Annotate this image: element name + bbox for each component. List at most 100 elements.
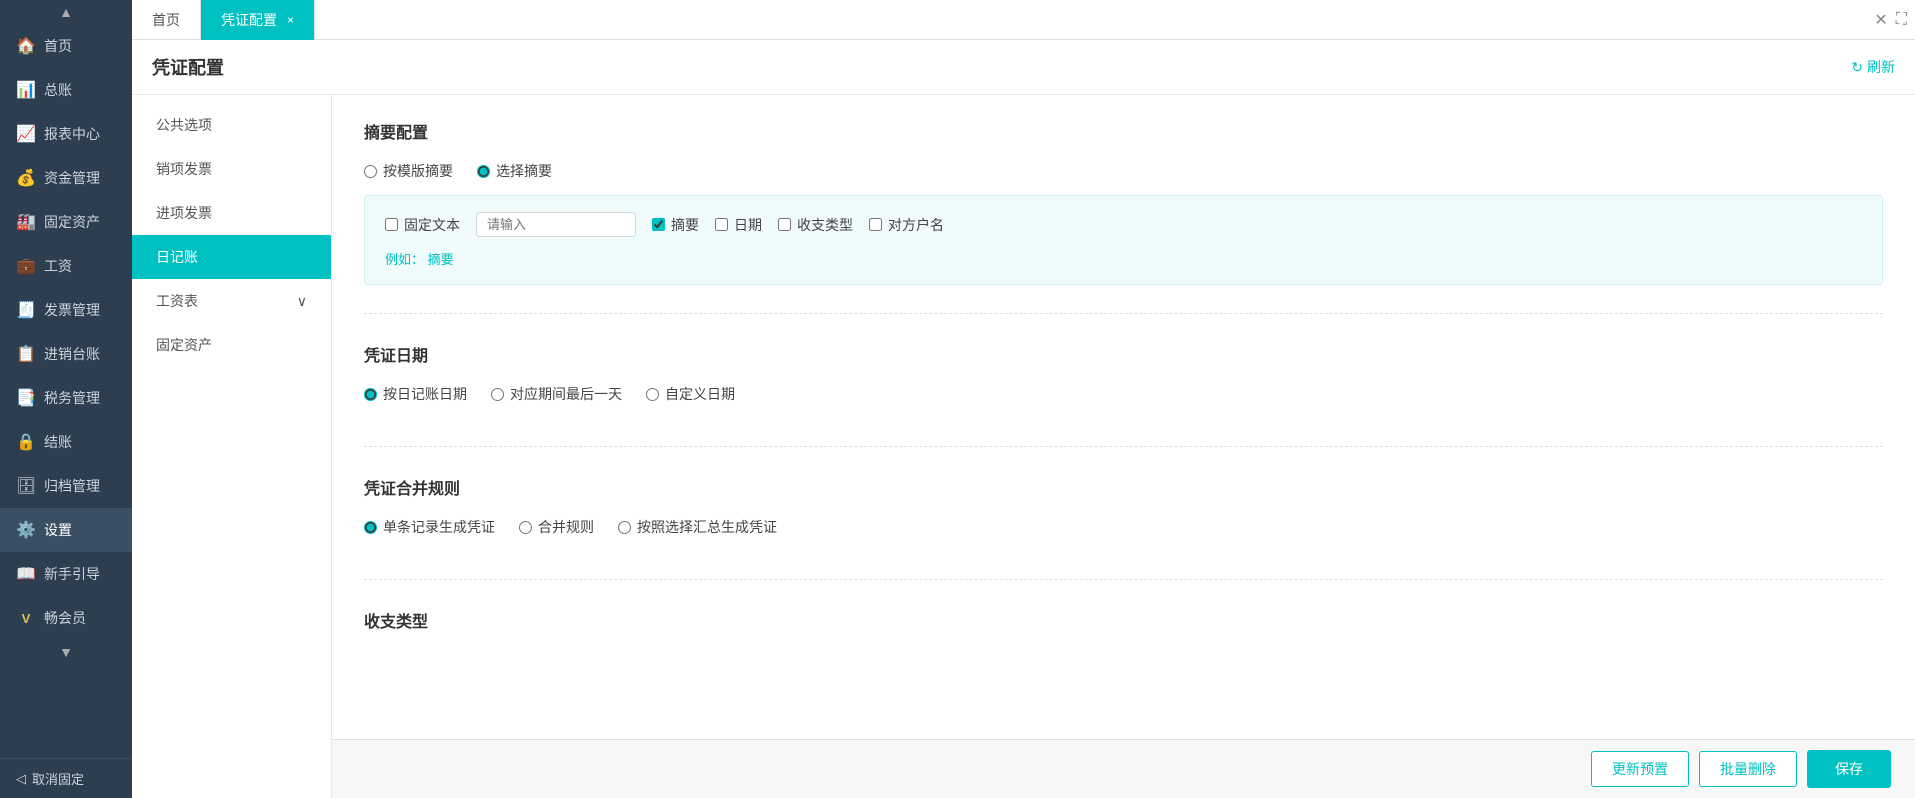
cancel-fixed-label: 取消固定	[32, 769, 84, 788]
fixed-text-input[interactable]	[476, 212, 636, 237]
radio-by-selection-label: 按照选择汇总生成凭证	[637, 517, 777, 537]
summary-config-row: 固定文本 摘要 日期	[385, 212, 1862, 237]
left-nav-fixed-assets-label: 固定资产	[156, 335, 212, 355]
left-nav-purchase-invoice[interactable]: 进项发票	[132, 191, 331, 235]
radio-template-input[interactable]	[364, 165, 377, 178]
window-close-icon[interactable]: ✕	[1874, 10, 1887, 30]
tab-voucher-config[interactable]: 凭证配置 ×	[201, 0, 315, 40]
radio-template-summary[interactable]: 按模版摘要	[364, 161, 453, 181]
sidebar-item-archive-management[interactable]: 🗄 归档管理	[0, 464, 132, 508]
window-resize-icon[interactable]: ⛶	[1896, 11, 1907, 29]
example-text: 例如： 摘要	[385, 249, 1862, 268]
left-nav-fixed-assets[interactable]: 固定资产	[132, 323, 331, 367]
radio-merge-rule-input[interactable]	[519, 521, 532, 534]
left-nav-public-options[interactable]: 公共选项	[132, 103, 331, 147]
sidebar-item-label: 总账	[44, 80, 72, 100]
radio-by-journal-date-input[interactable]	[364, 388, 377, 401]
bottom-bar: 更新预置 批量删除 保存	[332, 739, 1915, 798]
checkbox-counterpart-input[interactable]	[869, 218, 882, 231]
sidebar-item-settings[interactable]: ⚙️ 设置	[0, 508, 132, 552]
radio-by-journal-date[interactable]: 按日记账日期	[364, 384, 467, 404]
tab-controls: ✕ ⛶	[1874, 10, 1915, 30]
tab-close-icon[interactable]: ×	[287, 13, 294, 27]
radio-custom-date[interactable]: 自定义日期	[646, 384, 735, 404]
checkbox-summary-input[interactable]	[652, 218, 665, 231]
sidebar-item-label: 首页	[44, 36, 72, 56]
sidebar-item-fund-management[interactable]: 💰 资金管理	[0, 156, 132, 200]
checkbox-income-type[interactable]: 收支类型	[778, 215, 853, 235]
sidebar-item-home[interactable]: 🏠 首页	[0, 24, 132, 68]
sidebar-item-beginner-guide[interactable]: 📖 新手引导	[0, 552, 132, 596]
content-layout: 公共选项 销项发票 进项发票 日记账 工资表 ∨ 固定资产	[132, 95, 1915, 798]
chevron-down-icon: ∨	[297, 293, 307, 310]
left-nav-payroll-table[interactable]: 工资表 ∨	[132, 279, 331, 323]
radio-last-day-input[interactable]	[491, 388, 504, 401]
sidebar-item-fixed-assets[interactable]: 🏭 固定资产	[0, 200, 132, 244]
summary-config-section: 摘要配置 按模版摘要 选择摘要	[364, 119, 1883, 314]
sidebar-item-purchase-sales[interactable]: 📋 进销台账	[0, 332, 132, 376]
voucher-date-title: 凭证日期	[364, 342, 1883, 366]
sidebar-item-general-ledger[interactable]: 📊 总账	[0, 68, 132, 112]
sidebar-item-label: 固定资产	[44, 212, 100, 232]
sidebar-item-label: 设置	[44, 520, 72, 540]
sidebar-item-premium[interactable]: V 畅会员	[0, 596, 132, 640]
checkbox-fixed-text[interactable]: 固定文本	[385, 215, 460, 235]
radio-by-selection-input[interactable]	[618, 521, 631, 534]
checkbox-date-input[interactable]	[715, 218, 728, 231]
sidebar-item-report-center[interactable]: 📈 报表中心	[0, 112, 132, 156]
batch-delete-button[interactable]: 批量删除	[1699, 751, 1797, 787]
page-content: 凭证配置 ↻ 刷新 公共选项 销项发票 进项发票 日记账	[132, 40, 1915, 798]
save-button[interactable]: 保存	[1807, 750, 1891, 788]
voucher-date-section: 凭证日期 按日记账日期 对应期间最后一天	[364, 342, 1883, 447]
radio-select-input[interactable]	[477, 165, 490, 178]
left-nav-journal-label: 日记账	[156, 247, 198, 267]
sidebar-item-label: 畅会员	[44, 608, 86, 628]
sidebar-item-label: 工资	[44, 256, 72, 276]
sidebar-scroll-up[interactable]: ▲	[0, 0, 132, 24]
update-preview-button[interactable]: 更新预置	[1591, 751, 1689, 787]
radio-last-day[interactable]: 对应期间最后一天	[491, 384, 622, 404]
radio-merge-rule[interactable]: 合并规则	[519, 517, 594, 537]
refresh-button[interactable]: ↻ 刷新	[1851, 57, 1895, 77]
sidebar: ▲ 🏠 首页 📊 总账 📈 报表中心 💰 资金管理 🏭 固定资产 💼 工资 🧾 …	[0, 0, 132, 798]
left-nav-sales-invoice[interactable]: 销项发票	[132, 147, 331, 191]
checkbox-summary-label: 摘要	[671, 215, 699, 235]
voucher-merge-radio-row: 单条记录生成凭证 合并规则 按照选择汇总生成凭证	[364, 517, 1883, 537]
radio-by-selection[interactable]: 按照选择汇总生成凭证	[618, 517, 777, 537]
fund-icon: 💰	[16, 168, 36, 188]
refresh-icon: ↻	[1851, 59, 1863, 76]
sidebar-item-payroll[interactable]: 💼 工资	[0, 244, 132, 288]
radio-template-label: 按模版摘要	[383, 161, 453, 181]
pin-icon: ◁	[16, 771, 26, 787]
assets-icon: 🏭	[16, 212, 36, 232]
radio-single-record[interactable]: 单条记录生成凭证	[364, 517, 495, 537]
tab-home[interactable]: 首页	[132, 0, 201, 40]
revenue-expense-section: 收支类型	[364, 608, 1883, 678]
checkbox-fixed-text-input[interactable]	[385, 218, 398, 231]
sidebar-item-label: 归档管理	[44, 476, 100, 496]
checkbox-income-type-input[interactable]	[778, 218, 791, 231]
radio-custom-date-input[interactable]	[646, 388, 659, 401]
sidebar-scroll-down[interactable]: ▼	[0, 640, 132, 664]
radio-select-summary[interactable]: 选择摘要	[477, 161, 552, 181]
cancel-fixed-button[interactable]: ◁ 取消固定	[0, 758, 132, 798]
summary-radio-row: 按模版摘要 选择摘要	[364, 161, 1883, 181]
left-nav-journal[interactable]: 日记账	[132, 235, 331, 279]
sidebar-item-closing[interactable]: 🔒 结账	[0, 420, 132, 464]
sidebar-item-label: 税务管理	[44, 388, 100, 408]
left-nav-sales-invoice-label: 销项发票	[156, 159, 212, 179]
tax-icon: 📑	[16, 388, 36, 408]
guide-icon: 📖	[16, 564, 36, 584]
radio-single-record-input[interactable]	[364, 521, 377, 534]
checkbox-counterpart[interactable]: 对方户名	[869, 215, 944, 235]
purchase-icon: 📋	[16, 344, 36, 364]
checkbox-fixed-text-label: 固定文本	[404, 215, 460, 235]
sidebar-item-invoice-management[interactable]: 🧾 发票管理	[0, 288, 132, 332]
radio-last-day-label: 对应期间最后一天	[510, 384, 622, 404]
sidebar-item-label: 结账	[44, 432, 72, 452]
sidebar-item-label: 进销台账	[44, 344, 100, 364]
checkbox-date[interactable]: 日期	[715, 215, 762, 235]
checkbox-summary[interactable]: 摘要	[652, 215, 699, 235]
sidebar-item-tax-management[interactable]: 📑 税务管理	[0, 376, 132, 420]
report-icon: 📈	[16, 124, 36, 144]
